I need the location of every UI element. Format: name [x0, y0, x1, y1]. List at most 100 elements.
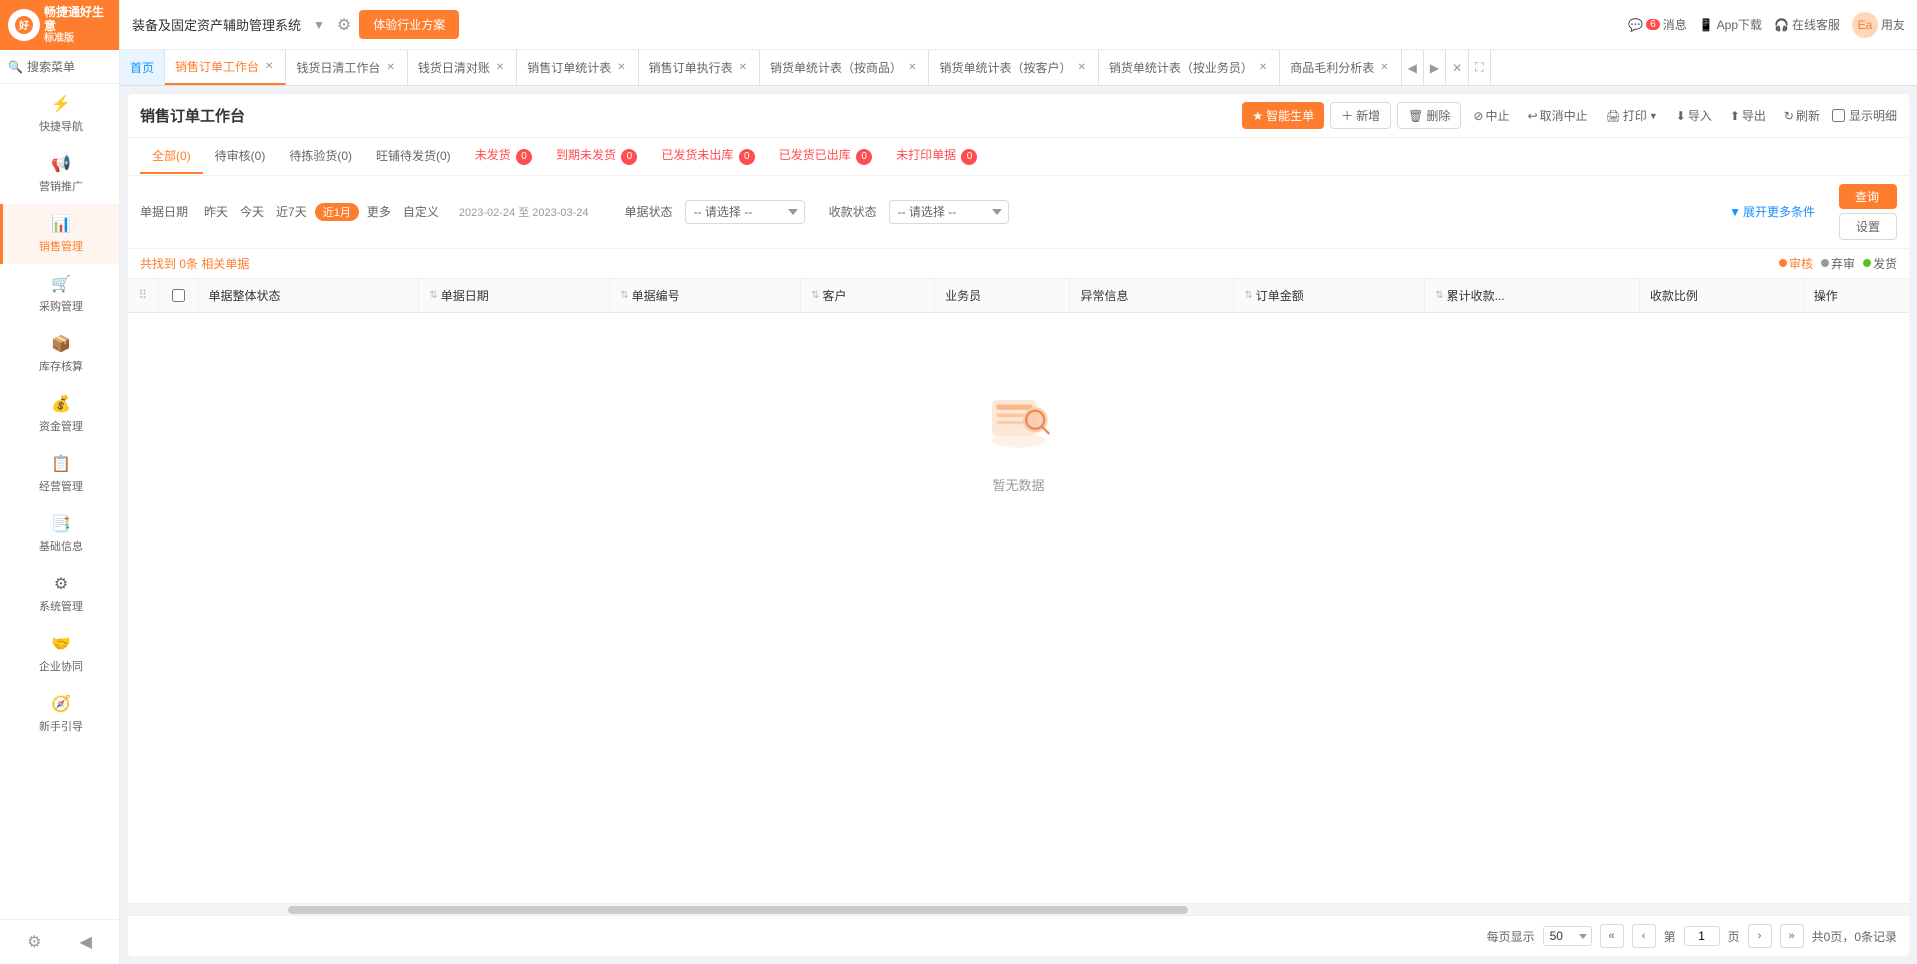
- tab-cash-daily[interactable]: 钱货日清工作台 ✕: [286, 50, 407, 85]
- sub-tab-shipped-out[interactable]: 已发货已出库 0: [767, 138, 884, 175]
- sidebar-item-marketing[interactable]: 📢 营销推广: [0, 144, 119, 204]
- tab-sales-summary-customer-close[interactable]: ✕: [1075, 61, 1087, 74]
- date-opt-7days[interactable]: 近7天: [272, 201, 311, 222]
- sidebar-item-basic-info[interactable]: 📑 基础信息: [0, 504, 119, 564]
- sidebar: 好 畅捷通好生意 标准版 🔍 搜索菜单 ⚡ 快捷导航 📢 营销推广 📊 销售管理…: [0, 0, 120, 964]
- tab-sales-summary-customer[interactable]: 销货单统计表（按客户） ✕: [929, 50, 1098, 85]
- sub-tab-expired-not-shipped[interactable]: 到期未发货 0: [544, 138, 649, 175]
- sidebar-item-cooperation[interactable]: 🤝 企业协同: [0, 624, 119, 684]
- user-area[interactable]: Ea 用友: [1852, 12, 1905, 38]
- sub-tab-wangpu[interactable]: 旺铺待发货(0): [364, 139, 463, 174]
- col-date-header[interactable]: ⇅ 单据日期: [419, 279, 610, 313]
- status-filter-select[interactable]: -- 请选择 --: [685, 200, 805, 224]
- solution-button[interactable]: 体验行业方案: [359, 10, 459, 39]
- sub-tab-pending-check[interactable]: 待拣验货(0): [277, 139, 364, 174]
- expand-more-button[interactable]: ▼ 展开更多条件: [1729, 203, 1815, 220]
- tab-product-margin-close[interactable]: ✕: [1378, 61, 1390, 74]
- tab-sales-workbench-close[interactable]: ✕: [263, 60, 275, 73]
- col-check[interactable]: [158, 279, 198, 313]
- tab-sales-stats[interactable]: 销售订单统计表 ✕: [517, 50, 638, 85]
- date-opt-1month[interactable]: 近1月: [315, 203, 359, 221]
- tab-sales-exec-close[interactable]: ✕: [737, 61, 749, 74]
- sidebar-item-search[interactable]: 🔍 搜索菜单: [0, 50, 119, 84]
- payment-filter-select[interactable]: -- 请选择 --: [889, 200, 1009, 224]
- smart-create-button[interactable]: ★ 智能生单: [1242, 102, 1324, 129]
- tab-sales-summary-product-close[interactable]: ✕: [906, 61, 918, 74]
- sub-tab-not-shipped[interactable]: 未发货 0: [463, 138, 544, 175]
- refresh-button[interactable]: ↻ 刷新: [1778, 103, 1826, 128]
- message-button[interactable]: 💬 6 消息: [1628, 16, 1687, 33]
- suspend-button[interactable]: ⊘ 中止: [1467, 103, 1515, 128]
- tab-sales-summary-staff[interactable]: 销货单统计表（按业务员） ✕: [1099, 50, 1280, 85]
- sidebar-settings-button[interactable]: ⚙: [23, 928, 45, 956]
- cancel-review-btn[interactable]: 弃审: [1821, 255, 1855, 272]
- sidebar-item-inventory[interactable]: 📦 库存核算: [0, 324, 119, 384]
- date-opt-yesterday[interactable]: 昨天: [200, 201, 232, 222]
- page-number-input[interactable]: [1684, 926, 1720, 946]
- tab-sales-exec[interactable]: 销售订单执行表 ✕: [639, 50, 760, 85]
- sub-tab-not-printed[interactable]: 未打印单据 0: [884, 138, 989, 175]
- export-button[interactable]: ⬆ 导出: [1724, 103, 1772, 128]
- sort-customer-icon: ⇅: [811, 290, 819, 301]
- print-icon: 🖨: [1606, 109, 1621, 123]
- col-customer-header[interactable]: ⇅ 客户: [801, 279, 935, 313]
- ship-action-btn[interactable]: 发货: [1863, 255, 1897, 272]
- date-opt-custom[interactable]: 自定义: [399, 201, 443, 222]
- filter-settings-button[interactable]: 设置: [1839, 213, 1897, 240]
- cancel-suspend-button[interactable]: ↩ 取消中止: [1522, 103, 1594, 128]
- show-detail-checkbox[interactable]: [1832, 109, 1845, 122]
- tab-scroll-left[interactable]: ◀: [1402, 50, 1424, 85]
- tab-cash-daily-close[interactable]: ✕: [384, 61, 396, 74]
- online-service-button[interactable]: 🎧 在线客服: [1774, 16, 1840, 33]
- first-page-button[interactable]: «: [1600, 924, 1624, 948]
- prev-page-button[interactable]: ‹: [1632, 924, 1656, 948]
- next-page-button[interactable]: ›: [1748, 924, 1772, 948]
- empty-icon: [974, 373, 1064, 463]
- sub-tab-shipped-not-out[interactable]: 已发货未出库 0: [649, 138, 766, 175]
- print-button[interactable]: 🖨 打印 ▼: [1600, 103, 1664, 128]
- col-number-header[interactable]: ⇅ 单据编号: [610, 279, 801, 313]
- app-download-label: App下载: [1717, 16, 1762, 33]
- tab-home[interactable]: 首页: [120, 50, 165, 85]
- tab-sales-workbench[interactable]: 销售订单工作台 ✕: [165, 50, 286, 85]
- tab-scroll-right[interactable]: ▶: [1424, 50, 1446, 85]
- tab-expand[interactable]: ⛶: [1469, 50, 1490, 85]
- tab-cash-reconcile-close[interactable]: ✕: [494, 61, 506, 74]
- sidebar-collapse-button[interactable]: ◀: [76, 928, 96, 956]
- sidebar-item-guide[interactable]: 🧭 新手引导: [0, 684, 119, 744]
- date-opt-more[interactable]: 更多: [363, 201, 395, 222]
- col-collected-header[interactable]: ⇅ 累计收款...: [1425, 279, 1640, 313]
- sidebar-item-sales[interactable]: 📊 销售管理: [0, 204, 119, 264]
- sub-tab-all[interactable]: 全部(0): [140, 139, 203, 174]
- sidebar-item-quick-nav[interactable]: ⚡ 快捷导航: [0, 84, 119, 144]
- last-page-button[interactable]: »: [1780, 924, 1804, 948]
- add-button[interactable]: ＋ 新增: [1330, 102, 1391, 129]
- scrollbar-thumb[interactable]: [288, 906, 1188, 914]
- tab-product-margin[interactable]: 商品毛利分析表 ✕: [1280, 50, 1401, 85]
- review-action-btn[interactable]: 审核: [1779, 255, 1813, 272]
- sidebar-item-purchase[interactable]: 🛒 采购管理: [0, 264, 119, 324]
- horizontal-scrollbar[interactable]: [128, 903, 1909, 915]
- select-all-checkbox[interactable]: [172, 289, 185, 302]
- tab-cash-reconcile-label: 钱货日清对账: [418, 59, 490, 76]
- sub-tab-pending-review[interactable]: 待审核(0): [203, 139, 278, 174]
- tab-sales-stats-close[interactable]: ✕: [615, 61, 627, 74]
- col-amount-header[interactable]: ⇅ 订单金额: [1234, 279, 1425, 313]
- topbar-settings-icon[interactable]: ⚙: [337, 15, 351, 35]
- sidebar-item-operations[interactable]: 📋 经营管理: [0, 444, 119, 504]
- show-detail-toggle[interactable]: 显示明细: [1832, 107, 1897, 124]
- date-opt-today[interactable]: 今天: [236, 201, 268, 222]
- tab-sales-summary-product[interactable]: 销货单统计表（按商品） ✕: [760, 50, 929, 85]
- sidebar-item-finance[interactable]: 💰 资金管理: [0, 384, 119, 444]
- delete-button[interactable]: 🗑 删除: [1397, 102, 1461, 129]
- app-download-button[interactable]: 📱 App下载: [1699, 16, 1762, 33]
- page-size-select[interactable]: 20 50 100: [1543, 926, 1592, 946]
- tab-cash-reconcile[interactable]: 钱货日清对账 ✕: [408, 50, 517, 85]
- import-button[interactable]: ⬇ 导入: [1670, 103, 1718, 128]
- sub-tab-shipped-not-out-badge: 0: [739, 149, 755, 165]
- tab-sales-summary-staff-close[interactable]: ✕: [1257, 61, 1269, 74]
- search-nav-icon: 🔍: [8, 60, 23, 74]
- query-button[interactable]: 查询: [1839, 184, 1897, 209]
- sidebar-item-system[interactable]: ⚙ 系统管理: [0, 564, 119, 624]
- tab-close-all[interactable]: ✕: [1446, 50, 1469, 85]
